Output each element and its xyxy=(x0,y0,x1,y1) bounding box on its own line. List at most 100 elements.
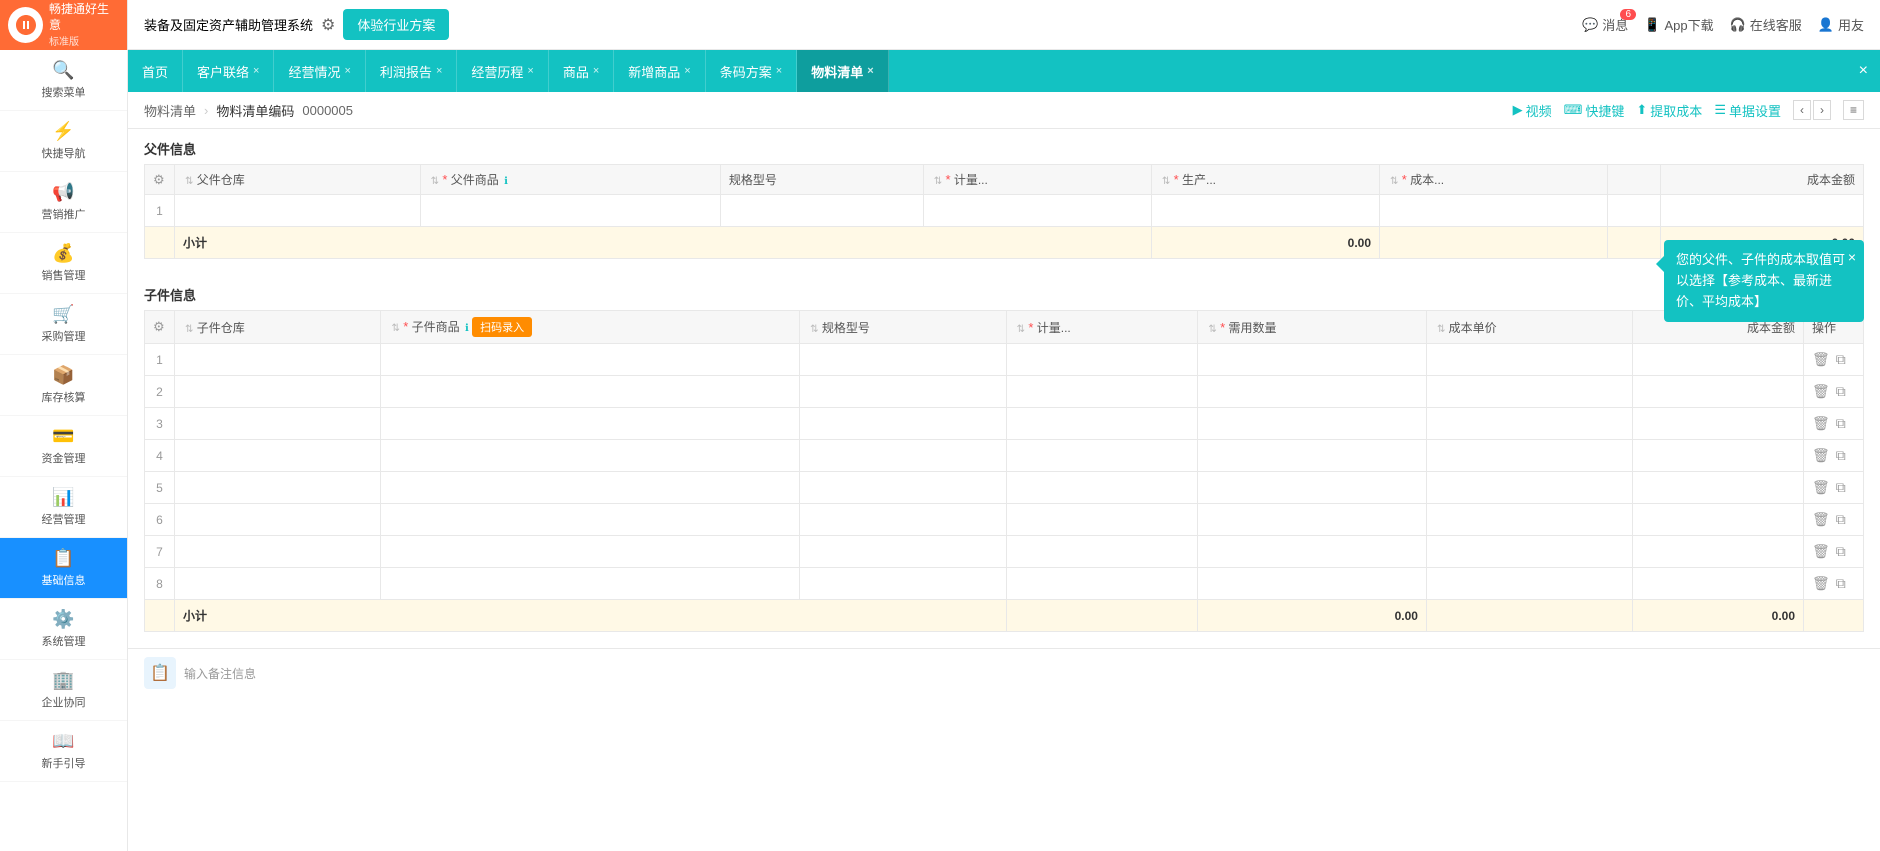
gear-icon: ⚙ xyxy=(153,172,165,187)
sort-icon[interactable]: ⇅ xyxy=(185,324,193,335)
sort-icon[interactable]: ⇅ xyxy=(1017,324,1025,335)
delete-icon[interactable]: 🗑 xyxy=(1812,543,1830,560)
tab-home[interactable]: 首页 xyxy=(128,50,183,92)
child-row-5: 5 🗑⧉ xyxy=(145,472,1864,504)
parent-subtotal-unit-val: 0.00 xyxy=(1151,227,1379,259)
copy-icon[interactable]: ⧉ xyxy=(1836,511,1846,528)
child-unit-cost-1[interactable] xyxy=(1426,344,1632,376)
delete-icon[interactable]: 🗑 xyxy=(1812,383,1830,400)
sidebar-item-basic-info[interactable]: 📋 基础信息 xyxy=(0,538,127,599)
delete-icon[interactable]: 🗑 xyxy=(1812,479,1830,496)
nav-next-btn[interactable]: › xyxy=(1813,100,1831,120)
tab-customer[interactable]: 客户联络 × xyxy=(183,50,274,92)
delete-icon[interactable]: 🗑 xyxy=(1812,351,1830,368)
tab-new-goods[interactable]: 新增商品 × xyxy=(614,50,705,92)
scan-input-button[interactable]: 扫码录入 xyxy=(472,317,532,337)
single-settings-btn[interactable]: ☰ 单据设置 xyxy=(1714,101,1781,120)
app-download-item[interactable]: 📱 App下载 xyxy=(1644,15,1713,34)
sort-icon[interactable]: ⇅ xyxy=(1390,176,1398,187)
copy-icon[interactable]: ⧉ xyxy=(1836,351,1846,368)
parent-unit-1[interactable] xyxy=(923,195,1151,227)
parent-product-1[interactable] xyxy=(420,195,720,227)
user-item[interactable]: 👤 用友 xyxy=(1818,15,1864,34)
sort-icon[interactable]: ⇅ xyxy=(391,323,399,334)
copy-icon[interactable]: ⧉ xyxy=(1836,415,1846,432)
tooltip-text: 您的父件、子件的成本取值可以选择【参考成本、最新进价、平均成本】 xyxy=(1676,252,1845,309)
page-toolbar: 物料清单 › 物料清单编码 0000005 ▶ 视频 ⌨ 快捷键 ⬆ xyxy=(128,92,1880,129)
quick-nav-icon: ⚡ xyxy=(52,121,74,142)
tab-operations-close[interactable]: × xyxy=(344,65,350,77)
parent-cost-1[interactable] xyxy=(1380,195,1608,227)
delete-icon[interactable]: 🗑 xyxy=(1812,415,1830,432)
child-qty-1[interactable] xyxy=(1198,344,1427,376)
shortcut-btn[interactable]: ⌨ 快捷键 xyxy=(1564,101,1625,120)
gear-button[interactable]: ⚙ xyxy=(321,15,335,35)
notes-icon[interactable]: 📋 xyxy=(144,657,176,689)
copy-icon[interactable]: ⧉ xyxy=(1836,543,1846,560)
copy-icon[interactable]: ⧉ xyxy=(1836,479,1846,496)
tab-customer-close[interactable]: × xyxy=(253,65,259,77)
sidebar-item-operations[interactable]: 📊 经营管理 xyxy=(0,477,127,538)
tab-new-goods-close[interactable]: × xyxy=(684,65,690,77)
extract-cost-btn[interactable]: ⬆ 提取成本 xyxy=(1636,101,1702,120)
tab-operations[interactable]: 经营情况 × xyxy=(274,50,365,92)
sidebar-item-sales[interactable]: 💰 销售管理 xyxy=(0,233,127,294)
notes-label[interactable]: 输入备注信息 xyxy=(184,665,256,682)
child-spec-1[interactable] xyxy=(800,344,1006,376)
tab-barcode[interactable]: 条码方案 × xyxy=(706,50,797,92)
online-service-item[interactable]: 🎧 在线客服 xyxy=(1730,15,1802,34)
parent-th-gear[interactable]: ⚙ xyxy=(145,165,175,195)
sidebar-item-quick-nav[interactable]: ⚡ 快捷导航 xyxy=(0,111,127,172)
tab-bom[interactable]: 物料清单 × xyxy=(797,50,888,92)
app-download-label: App下载 xyxy=(1664,15,1713,34)
copy-icon[interactable]: ⧉ xyxy=(1836,447,1846,464)
child-unit-1[interactable] xyxy=(1006,344,1198,376)
child-th-gear[interactable]: ⚙ xyxy=(145,311,175,344)
sidebar-item-inventory[interactable]: 📦 库存核算 xyxy=(0,355,127,416)
delete-icon[interactable]: 🗑 xyxy=(1812,575,1830,592)
sort-icon[interactable]: ⇅ xyxy=(431,176,439,187)
sort-icon[interactable]: ⇅ xyxy=(185,176,193,187)
sort-icon[interactable]: ⇅ xyxy=(1208,324,1216,335)
tab-history-close[interactable]: × xyxy=(527,65,533,77)
tab-bom-close[interactable]: × xyxy=(867,65,873,77)
sidebar-item-finance[interactable]: 💳 资金管理 xyxy=(0,416,127,477)
sidebar-item-guide[interactable]: 📖 新手引导 xyxy=(0,721,127,782)
trial-button[interactable]: 体验行业方案 xyxy=(343,9,449,40)
parent-production-1[interactable] xyxy=(1151,195,1379,227)
copy-icon[interactable]: ⧉ xyxy=(1836,383,1846,400)
sidebar-item-search[interactable]: 🔍 搜索菜单 xyxy=(0,50,127,111)
tab-goods-close[interactable]: × xyxy=(593,65,599,77)
grid-view-btn[interactable]: ≡ xyxy=(1843,100,1864,120)
delete-icon[interactable]: 🗑 xyxy=(1812,511,1830,528)
sidebar-item-marketing[interactable]: 📢 营销推广 xyxy=(0,172,127,233)
tab-history[interactable]: 经营历程 × xyxy=(457,50,548,92)
view-btn[interactable]: ▶ 视频 xyxy=(1513,101,1552,120)
tab-goods[interactable]: 商品 × xyxy=(549,50,614,92)
tooltip-close-button[interactable]: × xyxy=(1848,246,1856,268)
delete-icon[interactable]: 🗑 xyxy=(1812,447,1830,464)
child-th-warehouse: ⇅ 子件仓库 xyxy=(175,311,381,344)
breadcrumb-home[interactable]: 物料清单 xyxy=(144,101,196,120)
sidebar-item-system[interactable]: ⚙️ 系统管理 xyxy=(0,599,127,660)
child-warehouse-1[interactable] xyxy=(175,344,381,376)
sort-icon[interactable]: ⇅ xyxy=(810,324,818,335)
parent-warehouse-1[interactable] xyxy=(175,195,421,227)
sort-icon[interactable]: ⇅ xyxy=(934,176,942,187)
sidebar-item-enterprise[interactable]: 🏢 企业协同 xyxy=(0,660,127,721)
parent-spec-1[interactable] xyxy=(720,195,923,227)
sort-icon[interactable]: ⇅ xyxy=(1437,324,1445,335)
nav-prev-btn[interactable]: ‹ xyxy=(1793,100,1811,120)
message-item[interactable]: 💬 消息 6 xyxy=(1582,15,1628,34)
tab-barcode-close[interactable]: × xyxy=(776,65,782,77)
tab-profit-close[interactable]: × xyxy=(436,65,442,77)
child-product-1[interactable] xyxy=(381,344,800,376)
parent-extra-1[interactable] xyxy=(1608,195,1661,227)
sidebar-item-purchase[interactable]: 🛒 采购管理 xyxy=(0,294,127,355)
tab-profit[interactable]: 利润报告 × xyxy=(366,50,457,92)
sort-icon[interactable]: ⇅ xyxy=(1162,176,1170,187)
breadcrumb: 物料清单 › 物料清单编码 0000005 xyxy=(144,101,353,120)
tab-close-all[interactable]: × xyxy=(1847,62,1880,80)
child-row-1: 1 🗑⧉ xyxy=(145,344,1864,376)
copy-icon[interactable]: ⧉ xyxy=(1836,575,1846,592)
